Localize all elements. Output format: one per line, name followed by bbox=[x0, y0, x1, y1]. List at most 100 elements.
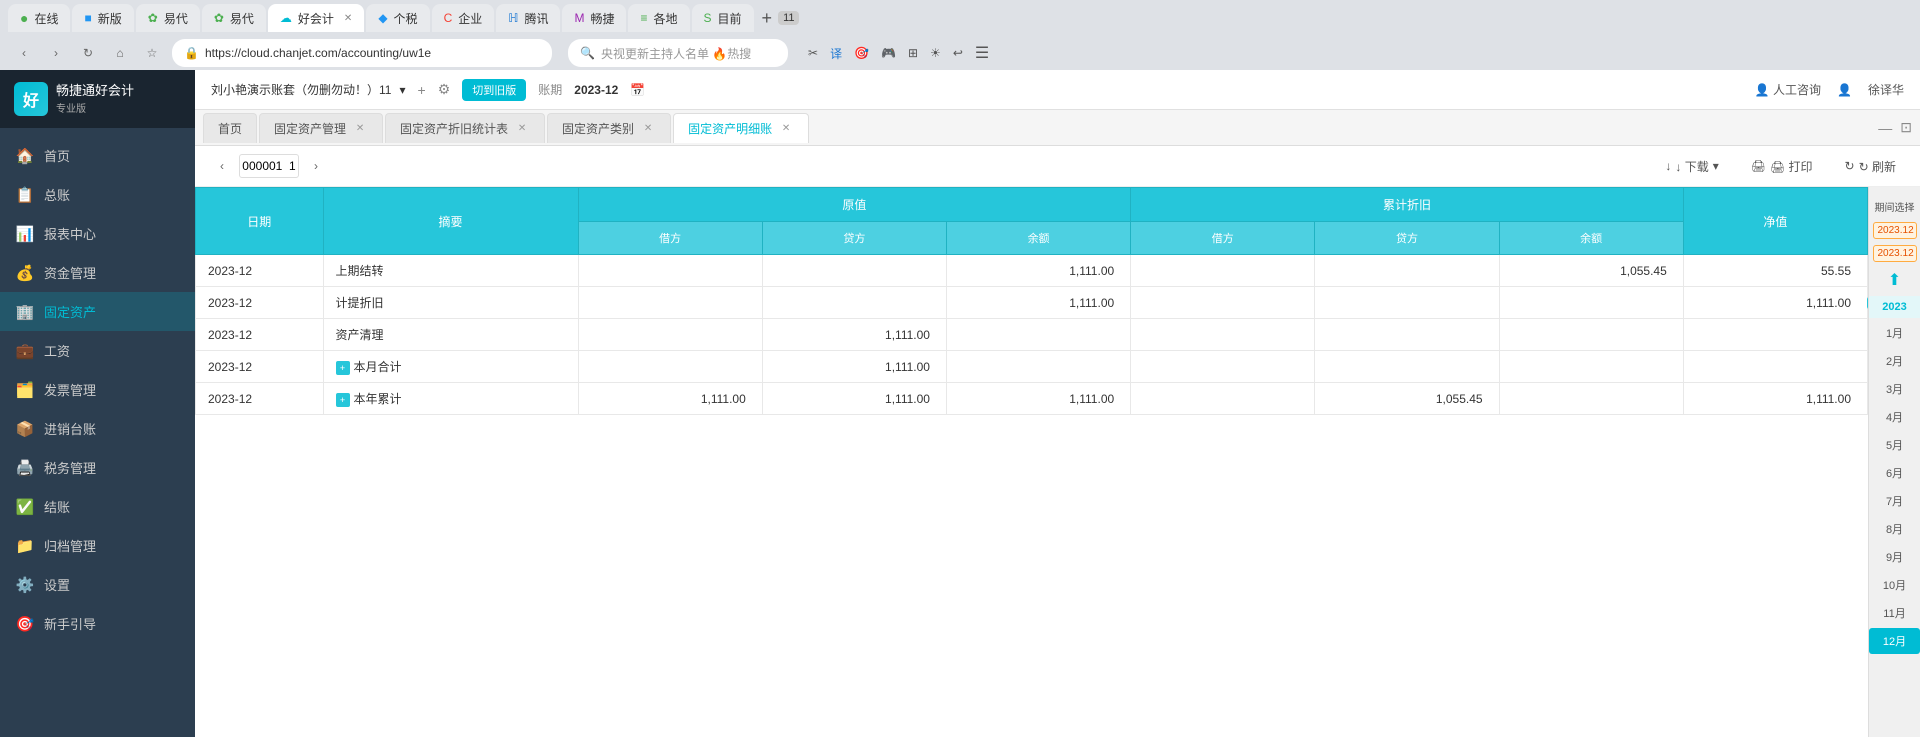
sidebar-item-invoice[interactable]: 🗂️ 发票管理 bbox=[0, 370, 195, 409]
period-month-7[interactable]: 7月 bbox=[1869, 488, 1920, 514]
browser-tab-10[interactable]: ≡ 各地 bbox=[628, 4, 689, 32]
minimize-icon[interactable]: — bbox=[1878, 120, 1892, 136]
refresh-button[interactable]: ↻ ↻ 刷新 bbox=[1837, 155, 1904, 178]
period-month-11[interactable]: 11月 bbox=[1869, 600, 1920, 626]
tab-fixed-mgmt[interactable]: 固定资产管理 ✕ bbox=[259, 113, 383, 143]
help-btn[interactable]: 👤 人工咨询 bbox=[1755, 81, 1821, 98]
sidebar-item-salary[interactable]: 💼 工资 bbox=[0, 331, 195, 370]
period-month-10[interactable]: 10月 bbox=[1869, 572, 1920, 598]
th-orig-debit: 借方 bbox=[578, 222, 762, 255]
sidebar-label-archive: 归档管理 bbox=[44, 536, 96, 555]
sidebar-item-fixed-assets[interactable]: 🏢 固定资产 bbox=[0, 292, 195, 331]
period-month-3[interactable]: 3月 bbox=[1869, 376, 1920, 402]
sidebar-item-purchase-sale[interactable]: 📦 进销台账 bbox=[0, 409, 195, 448]
tab-window-controls: — ⊡ bbox=[1878, 119, 1912, 136]
wallet-icon[interactable]: 🎯 bbox=[854, 46, 869, 60]
row3-summary: 资产清理 bbox=[323, 319, 578, 351]
sidebar-item-funds[interactable]: 💰 资金管理 bbox=[0, 253, 195, 292]
grid-icon[interactable]: ⊞ bbox=[908, 46, 918, 60]
back-button[interactable]: ‹ bbox=[12, 41, 36, 65]
account-settings-btn[interactable]: ⚙ bbox=[438, 81, 451, 98]
theme-icon[interactable]: ☀ bbox=[930, 46, 941, 60]
period-scroll-up[interactable]: ⬆ bbox=[1869, 266, 1920, 294]
browser-tab-2[interactable]: ■ 新版 bbox=[72, 4, 133, 32]
switch-version-button[interactable]: 切到旧版 bbox=[462, 79, 526, 101]
sidebar-item-guide[interactable]: 🎯 新手引导 bbox=[0, 604, 195, 643]
undo-icon[interactable]: ↩ bbox=[953, 46, 963, 60]
download-label: ↓ 下载 bbox=[1675, 158, 1708, 175]
row4-orig-balance bbox=[946, 351, 1130, 383]
row3-net-value bbox=[1683, 319, 1867, 351]
user-avatar[interactable]: 👤 bbox=[1837, 83, 1852, 97]
tab7-label: 企业 bbox=[458, 10, 482, 27]
refresh-button[interactable]: ↻ bbox=[76, 41, 100, 65]
browser-tab-6[interactable]: ◆ 个税 bbox=[366, 4, 429, 32]
table-row: 2023-12 +本月合计 1,111.00 bbox=[196, 351, 1868, 383]
account-dropdown-icon[interactable]: ▾ bbox=[399, 83, 405, 97]
tab-fixed-detail-close[interactable]: ✕ bbox=[778, 120, 794, 136]
browser-tab-4[interactable]: ✿ 易代 bbox=[202, 4, 266, 32]
right-actions: ↓ ↓ 下载 ▾ 🖨 🖨 打印 ↻ ↻ 刷新 bbox=[1657, 155, 1904, 178]
next-page-button[interactable]: › bbox=[305, 155, 327, 177]
period-month-1[interactable]: 1月 bbox=[1869, 320, 1920, 346]
tab-fixed-detail[interactable]: 固定资产明细账 ✕ bbox=[673, 113, 809, 143]
browser-tab-9[interactable]: M 畅捷 bbox=[562, 4, 626, 32]
tab10-favicon: ≡ bbox=[640, 11, 647, 25]
tab-home[interactable]: 首页 bbox=[203, 113, 257, 143]
translate-icon[interactable]: 译 bbox=[830, 45, 842, 62]
sidebar-item-home[interactable]: 🏠 首页 bbox=[0, 136, 195, 175]
browser-tab-3[interactable]: ✿ 易代 bbox=[136, 4, 200, 32]
add-account-btn[interactable]: + bbox=[418, 82, 426, 98]
th-orig-credit: 贷方 bbox=[762, 222, 946, 255]
table-wrapper: 日期 摘要 原值 累计折旧 净值 借方 贷方 余额 借方 bbox=[195, 187, 1868, 737]
period-month-2[interactable]: 2月 bbox=[1869, 348, 1920, 374]
row5-orig-balance: 1,111.00 bbox=[946, 383, 1130, 415]
browser-tab-11[interactable]: S 目前 bbox=[692, 4, 754, 32]
tab-fixed-category-close[interactable]: ✕ bbox=[640, 120, 656, 136]
page-input[interactable] bbox=[239, 154, 299, 178]
sidebar-item-reports[interactable]: 📊 报表中心 bbox=[0, 214, 195, 253]
browser-tab-5[interactable]: ☁ 好会计 ✕ bbox=[268, 4, 364, 32]
menu-icon[interactable]: ☰ bbox=[975, 43, 989, 63]
download-button[interactable]: ↓ ↓ 下载 ▾ bbox=[1657, 155, 1726, 178]
home-button[interactable]: ⌂ bbox=[108, 41, 132, 65]
browser-tab-7[interactable]: C 企业 bbox=[432, 4, 495, 32]
game-icon[interactable]: 🎮 bbox=[881, 46, 896, 60]
search-bar[interactable]: 🔍 央视更新主持人名单 🔥热搜 bbox=[568, 39, 788, 67]
tab5-close[interactable]: ✕ bbox=[344, 13, 352, 24]
new-tab-button[interactable]: + bbox=[762, 8, 773, 29]
prev-page-button[interactable]: ‹ bbox=[211, 155, 233, 177]
tab-fixed-mgmt-close[interactable]: ✕ bbox=[352, 120, 368, 136]
browser-tab-1[interactable]: ● 在线 bbox=[8, 4, 70, 32]
period-month-5[interactable]: 5月 bbox=[1869, 432, 1920, 458]
cut-icon[interactable]: ✂ bbox=[808, 46, 818, 60]
period-month-12[interactable]: 12月 bbox=[1869, 628, 1920, 654]
period-year-2023[interactable]: 2023 bbox=[1869, 296, 1920, 318]
sidebar-item-settings[interactable]: ⚙️ 设置 bbox=[0, 565, 195, 604]
period-month-6[interactable]: 6月 bbox=[1869, 460, 1920, 486]
period-month-4[interactable]: 4月 bbox=[1869, 404, 1920, 430]
row4-accum-debit bbox=[1131, 351, 1315, 383]
row2-accum-debit bbox=[1131, 287, 1315, 319]
secure-icon: 🔒 bbox=[184, 46, 199, 60]
bookmark-button[interactable]: ☆ bbox=[140, 41, 164, 65]
address-display[interactable]: 🔒 https://cloud.chanjet.com/accounting/u… bbox=[172, 39, 552, 67]
tab-fixed-category[interactable]: 固定资产类别 ✕ bbox=[547, 113, 671, 143]
sidebar-item-settlement[interactable]: ✅ 结账 bbox=[0, 487, 195, 526]
tab-depreciation-stat[interactable]: 固定资产折旧统计表 ✕ bbox=[385, 113, 545, 143]
tab-depreciation-stat-close[interactable]: ✕ bbox=[514, 120, 530, 136]
forward-button[interactable]: › bbox=[44, 41, 68, 65]
calendar-icon[interactable]: 📅 bbox=[630, 83, 645, 97]
print-button[interactable]: 🖨 🖨 打印 bbox=[1743, 155, 1821, 178]
sidebar-item-tax[interactable]: 🖨️ 税务管理 bbox=[0, 448, 195, 487]
year-badge: 2023 bbox=[1867, 296, 1868, 309]
row2-accum-credit bbox=[1315, 287, 1499, 319]
sidebar-item-archive[interactable]: 📁 归档管理 bbox=[0, 526, 195, 565]
browser-tab-8[interactable]: ℍ 腾讯 bbox=[496, 4, 560, 32]
sidebar-item-ledger[interactable]: 📋 总账 bbox=[0, 175, 195, 214]
period-month-8[interactable]: 8月 bbox=[1869, 516, 1920, 542]
tab-depreciation-stat-label: 固定资产折旧统计表 bbox=[400, 120, 508, 137]
period-month-9[interactable]: 9月 bbox=[1869, 544, 1920, 570]
restore-icon[interactable]: ⊡ bbox=[1900, 119, 1912, 136]
pagination-nav: ‹ › bbox=[211, 154, 327, 178]
